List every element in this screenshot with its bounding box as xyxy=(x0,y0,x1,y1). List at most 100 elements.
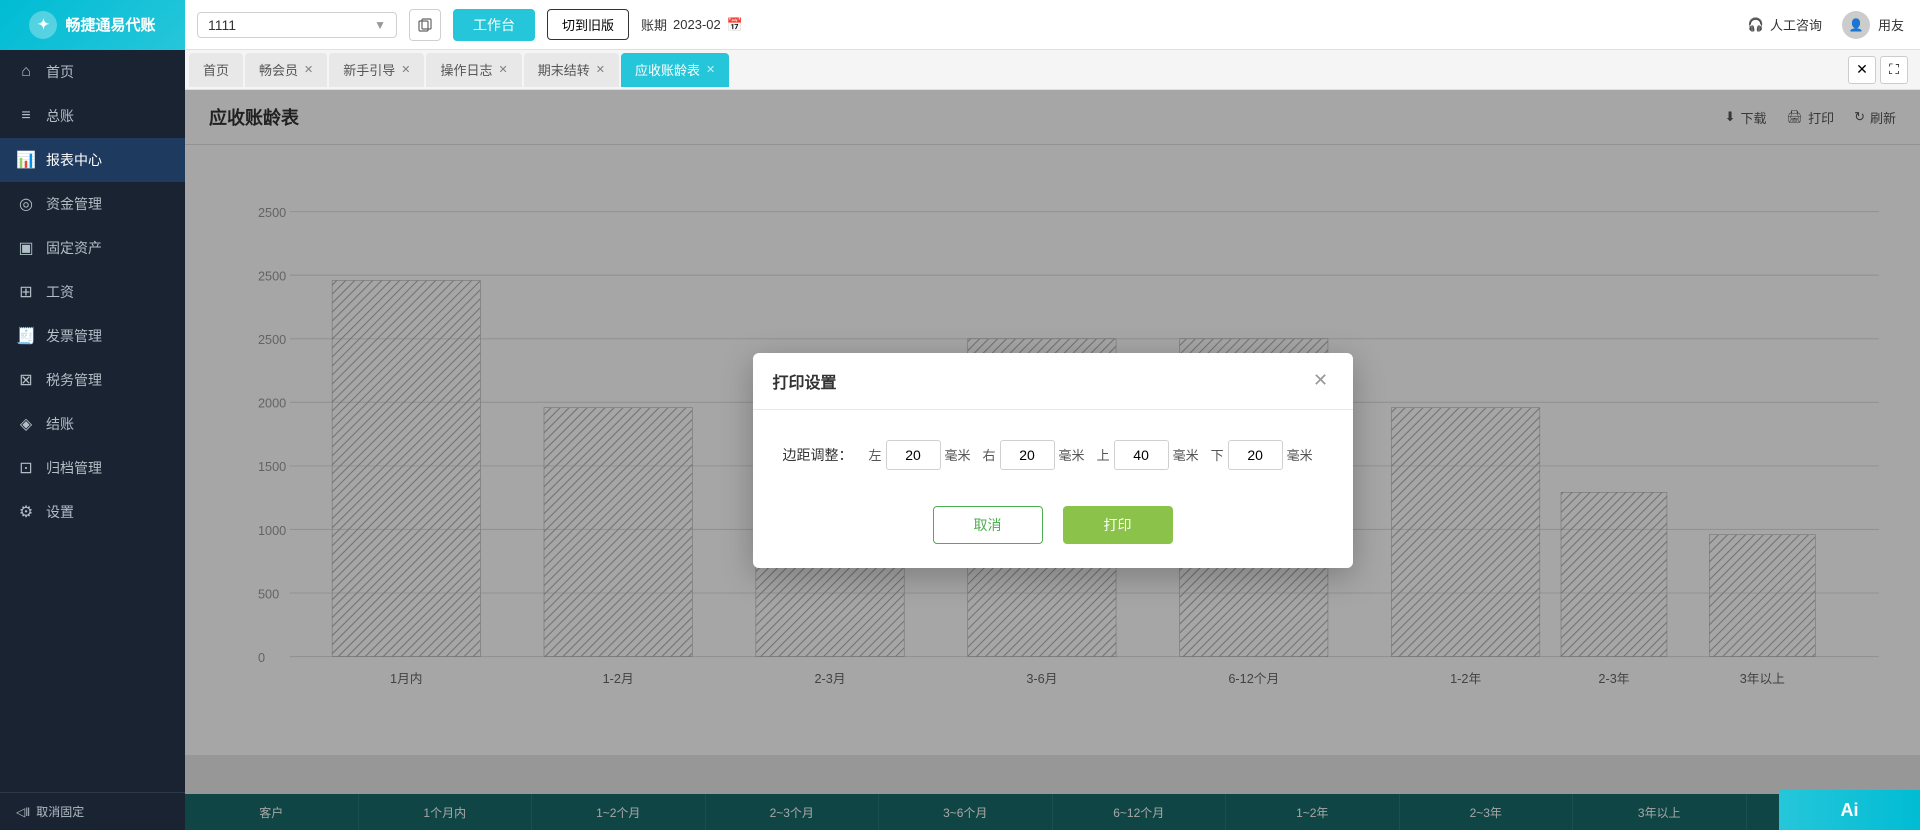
bottom-margin-input[interactable] xyxy=(1228,440,1283,470)
sidebar-item-report-label: 报表中心 xyxy=(46,150,102,170)
tab-oplog[interactable]: 操作日志 ✕ xyxy=(426,53,521,87)
ai-badge-label: Ai xyxy=(1841,800,1859,821)
right-unit-label: 毫米 xyxy=(1059,445,1085,464)
sidebar-item-fund[interactable]: ◎ 资金管理 xyxy=(0,182,185,226)
tab-ar-aging-close[interactable]: ✕ xyxy=(706,63,715,76)
sidebar-item-settle[interactable]: ◈ 结账 xyxy=(0,402,185,446)
tab-close-all-button[interactable]: ✕ xyxy=(1848,56,1876,84)
salary-icon: ⊞ xyxy=(16,282,36,302)
left-unit-label: 毫米 xyxy=(945,445,971,464)
sidebar: ⌂ 首页 ≡ 总账 📊 报表中心 ◎ 资金管理 ▣ 固定资产 ⊞ 工资 xyxy=(0,50,185,830)
sidebar-item-ledger-label: 总账 xyxy=(46,106,74,126)
dialog-header: 打印设置 ✕ xyxy=(753,353,1353,410)
sidebar-item-ledger[interactable]: ≡ 总账 xyxy=(0,94,185,138)
print-confirm-button[interactable]: 打印 xyxy=(1063,506,1173,544)
sidebar-item-salary-label: 工资 xyxy=(46,282,74,302)
tab-ar-aging[interactable]: 应收账龄表 ✕ xyxy=(621,53,729,87)
tab-oplog-close[interactable]: ✕ xyxy=(499,63,508,76)
assets-icon: ▣ xyxy=(16,238,36,258)
tab-actions: ✕ ⛶ xyxy=(1848,56,1916,84)
sidebar-item-invoice-label: 发票管理 xyxy=(46,326,102,346)
content-area: 首页 畅会员 ✕ 新手引导 ✕ 操作日志 ✕ 期末结转 ✕ 应收账龄表 ✕ xyxy=(185,50,1920,830)
sidebar-item-assets[interactable]: ▣ 固定资产 xyxy=(0,226,185,270)
tab-member[interactable]: 畅会员 ✕ xyxy=(245,53,327,87)
copy-button[interactable] xyxy=(409,9,441,41)
bottom-direction-label: 下 xyxy=(1211,445,1224,464)
invoice-icon: 🧾 xyxy=(16,326,36,346)
switch-old-button[interactable]: 切到旧版 xyxy=(547,9,629,40)
fund-icon: ◎ xyxy=(16,194,36,214)
sidebar-item-report[interactable]: 📊 报表中心 xyxy=(0,138,185,182)
account-period-label: 账期 xyxy=(641,15,667,34)
main-layout: ⌂ 首页 ≡ 总账 📊 报表中心 ◎ 资金管理 ▣ 固定资产 ⊞ 工资 xyxy=(0,50,1920,830)
right-margin-input[interactable] xyxy=(1000,440,1055,470)
dropdown-arrow-icon: ▼ xyxy=(374,18,386,32)
print-dialog: 打印设置 ✕ 边距调整： 左 毫米 右 xyxy=(753,353,1353,568)
tax-icon: ⊠ xyxy=(16,370,36,390)
tab-guide-label: 新手引导 xyxy=(343,60,395,79)
ai-badge[interactable]: Ai xyxy=(1779,790,1920,830)
logo-icon: ✦ xyxy=(29,11,57,39)
sidebar-item-assets-label: 固定资产 xyxy=(46,238,102,258)
tab-ar-aging-label: 应收账龄表 xyxy=(635,60,700,79)
margin-row: 边距调整： 左 毫米 右 毫米 xyxy=(783,440,1323,470)
tab-expand-button[interactable]: ⛶ xyxy=(1880,56,1908,84)
sidebar-item-archive-label: 归档管理 xyxy=(46,458,102,478)
account-period-value: 2023-02 xyxy=(673,17,721,32)
margin-left-group: 左 毫米 xyxy=(869,440,971,470)
tab-bar: 首页 畅会员 ✕ 新手引导 ✕ 操作日志 ✕ 期末结转 ✕ 应收账龄表 ✕ xyxy=(185,50,1920,90)
dialog-footer: 取消 打印 xyxy=(753,490,1353,568)
tab-home-label: 首页 xyxy=(203,60,229,79)
left-direction-label: 左 xyxy=(869,445,882,464)
company-name: 1111 xyxy=(208,17,366,33)
logo-text: 畅捷通易代账 xyxy=(65,14,155,35)
top-header: ✦ 畅捷通易代账 1111 ▼ 工作台 切到旧版 账期 2023-02 📅 🎧 … xyxy=(0,0,1920,50)
dialog-title: 打印设置 xyxy=(773,369,837,393)
dialog-close-button[interactable]: ✕ xyxy=(1309,369,1333,393)
sidebar-item-salary[interactable]: ⊞ 工资 xyxy=(0,270,185,314)
company-selector[interactable]: 1111 ▼ xyxy=(197,12,397,38)
cancel-button[interactable]: 取消 xyxy=(933,506,1043,544)
sidebar-item-fund-label: 资金管理 xyxy=(46,194,102,214)
tab-oplog-label: 操作日志 xyxy=(440,60,492,79)
sidebar-item-home[interactable]: ⌂ 首页 xyxy=(0,50,185,94)
margin-top-group: 上 毫米 xyxy=(1097,440,1199,470)
sidebar-item-tax-label: 税务管理 xyxy=(46,370,102,390)
tab-period-end-close[interactable]: ✕ xyxy=(596,63,605,76)
calendar-icon[interactable]: 📅 xyxy=(727,17,743,33)
account-period: 账期 2023-02 📅 xyxy=(641,15,743,34)
tab-guide-close[interactable]: ✕ xyxy=(401,63,410,76)
settle-icon: ◈ xyxy=(16,414,36,434)
top-unit-label: 毫米 xyxy=(1173,445,1199,464)
top-margin-input[interactable] xyxy=(1114,440,1169,470)
tab-period-end-label: 期末结转 xyxy=(538,60,590,79)
service-button[interactable]: 🎧 人工咨询 xyxy=(1748,15,1822,34)
report-icon: 📊 xyxy=(16,150,36,170)
workbench-button[interactable]: 工作台 xyxy=(453,9,535,41)
modal-overlay: 打印设置 ✕ 边距调整： 左 毫米 右 xyxy=(185,90,1920,830)
user-label: 用友 xyxy=(1878,15,1904,34)
margin-label: 边距调整： xyxy=(783,445,853,465)
tab-period-end[interactable]: 期末结转 ✕ xyxy=(524,53,619,87)
sidebar-item-invoice[interactable]: 🧾 发票管理 xyxy=(0,314,185,358)
sidebar-item-archive[interactable]: ⊡ 归档管理 xyxy=(0,446,185,490)
sidebar-item-settings[interactable]: ⚙ 设置 xyxy=(0,490,185,534)
top-direction-label: 上 xyxy=(1097,445,1110,464)
sidebar-item-settings-label: 设置 xyxy=(46,502,74,522)
left-margin-input[interactable] xyxy=(886,440,941,470)
tab-guide[interactable]: 新手引导 ✕ xyxy=(329,53,424,87)
margin-right-group: 右 毫米 xyxy=(983,440,1085,470)
user-area[interactable]: 👤 用友 xyxy=(1842,11,1904,39)
margin-bottom-group: 下 毫米 xyxy=(1211,440,1313,470)
logo-area: ✦ 畅捷通易代账 xyxy=(0,0,185,50)
sidebar-item-tax[interactable]: ⊠ 税务管理 xyxy=(0,358,185,402)
tab-member-close[interactable]: ✕ xyxy=(304,63,313,76)
tab-member-label: 畅会员 xyxy=(259,60,298,79)
collapse-icon: ◁‖ xyxy=(16,805,30,819)
tab-home[interactable]: 首页 xyxy=(189,53,243,87)
header-right: 🎧 人工咨询 👤 用友 xyxy=(1748,11,1904,39)
service-label: 人工咨询 xyxy=(1770,15,1822,34)
dialog-body: 边距调整： 左 毫米 右 毫米 xyxy=(753,410,1353,490)
sidebar-collapse-button[interactable]: ◁‖ 取消固定 xyxy=(0,792,185,830)
right-direction-label: 右 xyxy=(983,445,996,464)
